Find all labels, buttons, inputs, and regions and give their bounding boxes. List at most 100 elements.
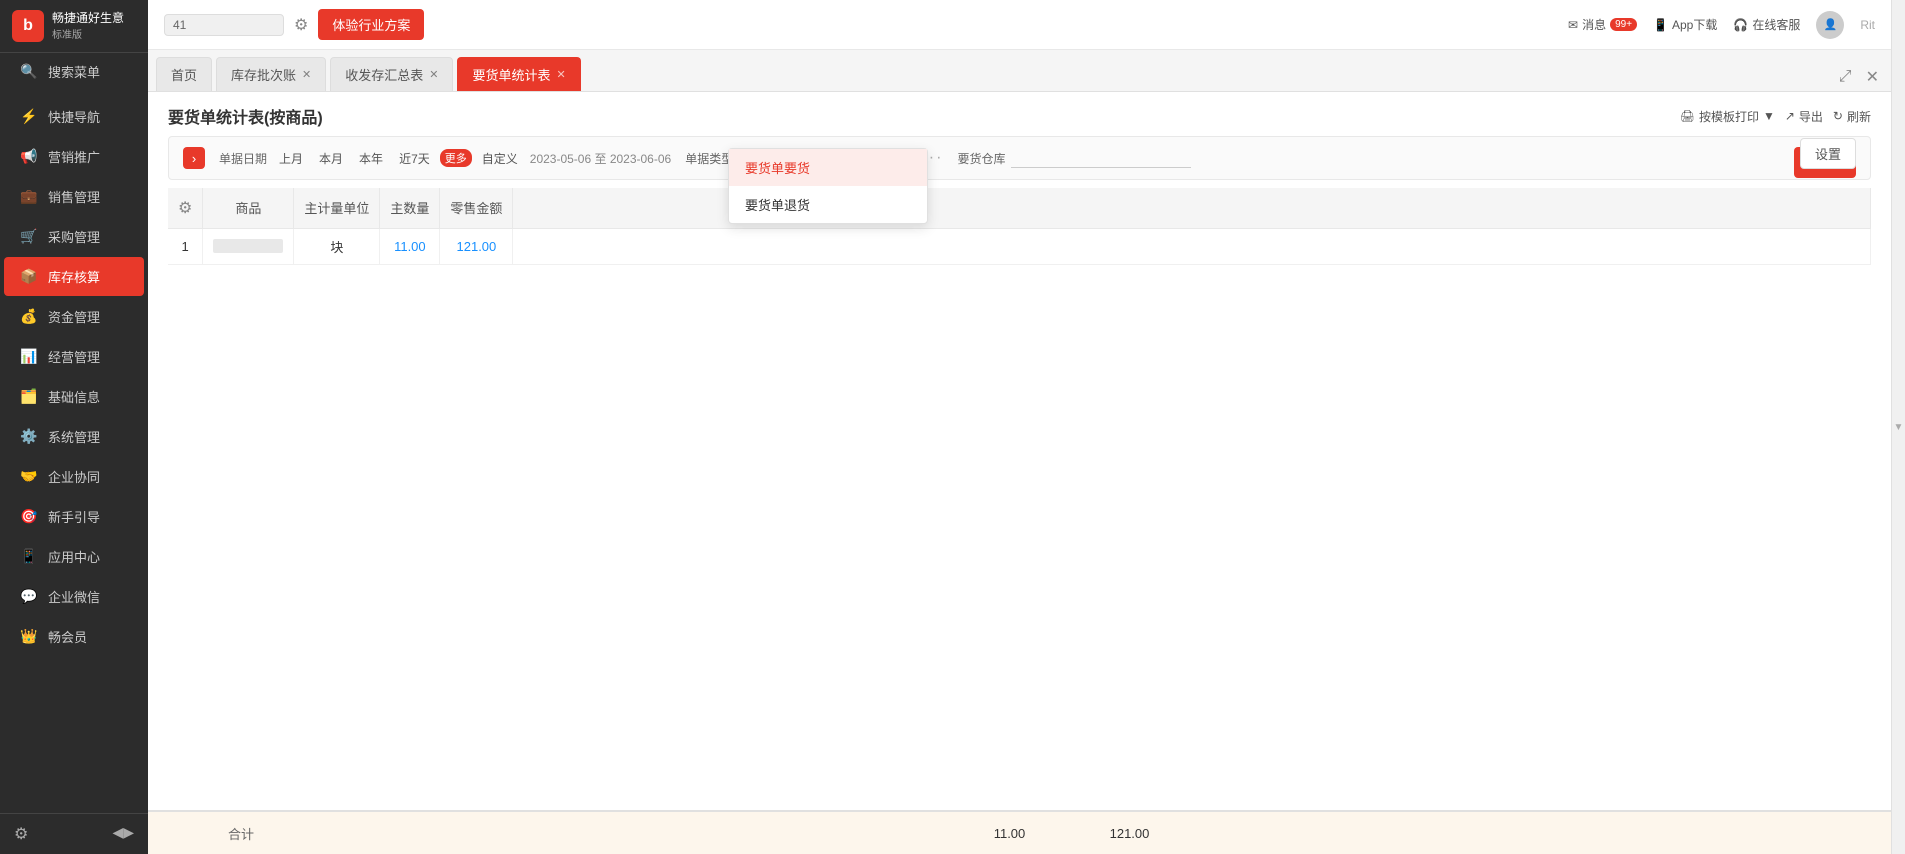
search-input[interactable] — [164, 14, 284, 36]
settings-icon[interactable]: ⚙ — [14, 824, 28, 844]
tab-inout-label: 收发存汇总表 — [345, 65, 423, 84]
logo-icon: b — [12, 10, 44, 42]
date-this-year-btn[interactable]: 本年 — [353, 148, 389, 169]
sidebar-search[interactable]: 🔍 搜索菜单 — [4, 54, 144, 89]
dropdown-item-return[interactable]: 要货单退货 — [729, 186, 927, 223]
tab-batch-close[interactable]: ✕ — [302, 68, 311, 81]
cell-unit: 块 — [294, 228, 380, 264]
date-prev-month-btn[interactable]: 上月 — [273, 148, 309, 169]
date-this-month-btn[interactable]: 本月 — [313, 148, 349, 169]
enterprise-label: 企业协同 — [48, 467, 100, 486]
system-icon: ⚙️ — [18, 428, 40, 445]
sidebar-item-purchase[interactable]: 🛒采购管理 — [4, 217, 144, 256]
tab-close-all-icon[interactable]: ✕ — [1862, 63, 1883, 91]
warehouse-input[interactable] — [1011, 149, 1191, 168]
sidebar-item-enterprise[interactable]: 🤝 企业协同 — [4, 457, 144, 496]
sidebar-item-newbie[interactable]: 🎯新手引导 — [4, 497, 144, 536]
tab-inout-close[interactable]: ✕ — [429, 68, 438, 81]
col-quantity: 主数量 — [380, 188, 440, 228]
footer-total-label: 合计 — [218, 824, 268, 843]
quick-nav-label: 快捷导航 — [48, 107, 100, 126]
tabbar: 首页 库存批次账 ✕ 收发存汇总表 ✕ 要货单统计表 ✕ ⤢ ✕ — [148, 50, 1891, 92]
user-avatar[interactable]: 👤 — [1816, 11, 1844, 39]
type-dropdown: 要货单要货 要货单退货 — [728, 148, 928, 224]
sidebar-item-base[interactable]: 🗂️基础信息 — [4, 377, 144, 416]
tab-home[interactable]: 首页 — [156, 57, 212, 91]
dropdown-item-order[interactable]: 要货单要货 — [729, 149, 927, 186]
tab-order-stat-close[interactable]: ✕ — [557, 68, 566, 81]
export-btn[interactable]: ↗ 导出 — [1785, 108, 1823, 125]
filter-warehouse-group: 要货仓库 — [957, 149, 1191, 168]
col-product: 商品 — [203, 188, 294, 228]
sidebar-item-marketing[interactable]: 📢营销推广 — [4, 137, 144, 176]
topbar-right: ✉ 消息 99+ 📱 App下载 🎧 在线客服 👤 Rit — [1568, 11, 1875, 39]
export-icon: ↗ — [1785, 109, 1795, 123]
cell-index: 1 — [168, 228, 203, 264]
phone-icon: 📱 — [1653, 18, 1668, 32]
filter-expand-btn[interactable]: › — [183, 147, 205, 169]
sidebar-item-sales[interactable]: 💼销售管理 — [4, 177, 144, 216]
tab-order-stat[interactable]: 要货单统计表 ✕ — [457, 57, 580, 91]
tab-batch[interactable]: 库存批次账 ✕ — [216, 57, 326, 91]
wechat-label: 企业微信 — [48, 587, 100, 606]
app-sub: 标准版 — [52, 26, 124, 41]
finance-label: 资金管理 — [48, 307, 100, 326]
messages-badge: 99+ — [1610, 18, 1637, 31]
type-label: 单据类型 — [685, 150, 733, 167]
message-icon: ✉ — [1568, 18, 1578, 32]
sidebar-item-quick-nav[interactable]: ⚡快捷导航 — [4, 97, 144, 136]
cell-quantity[interactable]: 11.00 — [380, 228, 440, 264]
sidebar-item-system[interactable]: ⚙️ 系统管理 — [4, 417, 144, 456]
data-table: ⚙ 商品 主计量单位 主数量 零售金额 1 块 11.00 121. — [168, 188, 1871, 265]
logo-area: b 畅捷通好生意 标准版 — [0, 0, 148, 53]
sidebar-nav: ⚡快捷导航📢营销推广💼销售管理🛒采购管理 📦 库存核算 💰资金管理📊经营管理🗂️基础信… — [0, 90, 148, 813]
date-7days-btn[interactable]: 近7天 — [393, 148, 436, 169]
sidebar-item-inventory[interactable]: 📦 库存核算 — [4, 257, 144, 296]
user-name: Rit — [1860, 18, 1875, 32]
date-label: 单据日期 — [219, 150, 267, 167]
sidebar-item-finance[interactable]: 💰资金管理 — [4, 297, 144, 336]
sidebar-item-wechat[interactable]: 💬企业微信 — [4, 577, 144, 616]
date-more-badge[interactable]: 更多 — [440, 149, 472, 167]
sidebar-item-operation[interactable]: 📊经营管理 — [4, 337, 144, 376]
marketing-label: 营销推广 — [48, 147, 100, 166]
cell-amount[interactable]: 121.00 — [440, 228, 513, 264]
member-icon: 👑 — [18, 628, 40, 645]
right-scroll[interactable]: ▼ — [1891, 0, 1905, 854]
gear-icon[interactable]: ⚙ — [294, 15, 308, 35]
appstore-icon: 📱 — [18, 548, 40, 565]
page-actions: 🖨 按模板打印 ▼ ↗ 导出 ↻ 刷新 — [1680, 108, 1871, 125]
sidebar-footer: ⚙ ◀▶ — [0, 813, 148, 854]
online-service-label: 在线客服 — [1752, 16, 1800, 33]
date-custom-btn[interactable]: 自定义 — [476, 148, 524, 169]
tab-inout[interactable]: 收发存汇总表 ✕ — [330, 57, 453, 91]
footer-total-quantity: 11.00 — [950, 826, 1070, 841]
system-label: 系统管理 — [48, 427, 100, 446]
search-icon: 🔍 — [18, 63, 40, 80]
inventory-icon: 📦 — [18, 268, 40, 285]
enterprise-icon: 🤝 — [18, 468, 40, 485]
app-download-label: App下载 — [1672, 16, 1717, 33]
tab-order-stat-label: 要货单统计表 — [472, 65, 550, 84]
set-btn[interactable]: 设置 — [1800, 138, 1856, 169]
page-content: 要货单统计表(按商品) 🖨 按模板打印 ▼ ↗ 导出 ↻ 刷新 › — [148, 92, 1891, 854]
footer-total-amount: 121.00 — [1070, 826, 1190, 841]
tab-maximize-icon[interactable]: ⤢ — [1835, 64, 1856, 90]
app-download-btn[interactable]: 📱 App下载 — [1653, 16, 1717, 33]
logo-text-group: 畅捷通好生意 标准版 — [52, 11, 124, 42]
col-gear[interactable]: ⚙ — [168, 188, 203, 228]
online-service-btn[interactable]: 🎧 在线客服 — [1733, 16, 1800, 33]
sidebar-item-member[interactable]: 👑畅会员 — [4, 617, 144, 656]
sidebar-item-appstore[interactable]: 📱应用中心 — [4, 537, 144, 576]
table-row: 1 块 11.00 121.00 — [168, 228, 1871, 264]
messages-btn[interactable]: ✉ 消息 99+ — [1568, 16, 1637, 33]
refresh-btn[interactable]: ↻ 刷新 — [1833, 108, 1871, 125]
inventory-label: 库存核算 — [48, 267, 100, 286]
sales-icon: 💼 — [18, 188, 40, 205]
print-btn[interactable]: 🖨 按模板打印 ▼ — [1680, 108, 1775, 125]
collapse-icon[interactable]: ◀▶ — [112, 824, 134, 844]
industry-btn[interactable]: 体验行业方案 — [318, 9, 424, 40]
topbar: ⚙ 体验行业方案 ✉ 消息 99+ 📱 App下载 🎧 在线客服 👤 Rit — [148, 0, 1891, 50]
newbie-label: 新手引导 — [48, 507, 100, 526]
col-extra — [513, 188, 1871, 228]
